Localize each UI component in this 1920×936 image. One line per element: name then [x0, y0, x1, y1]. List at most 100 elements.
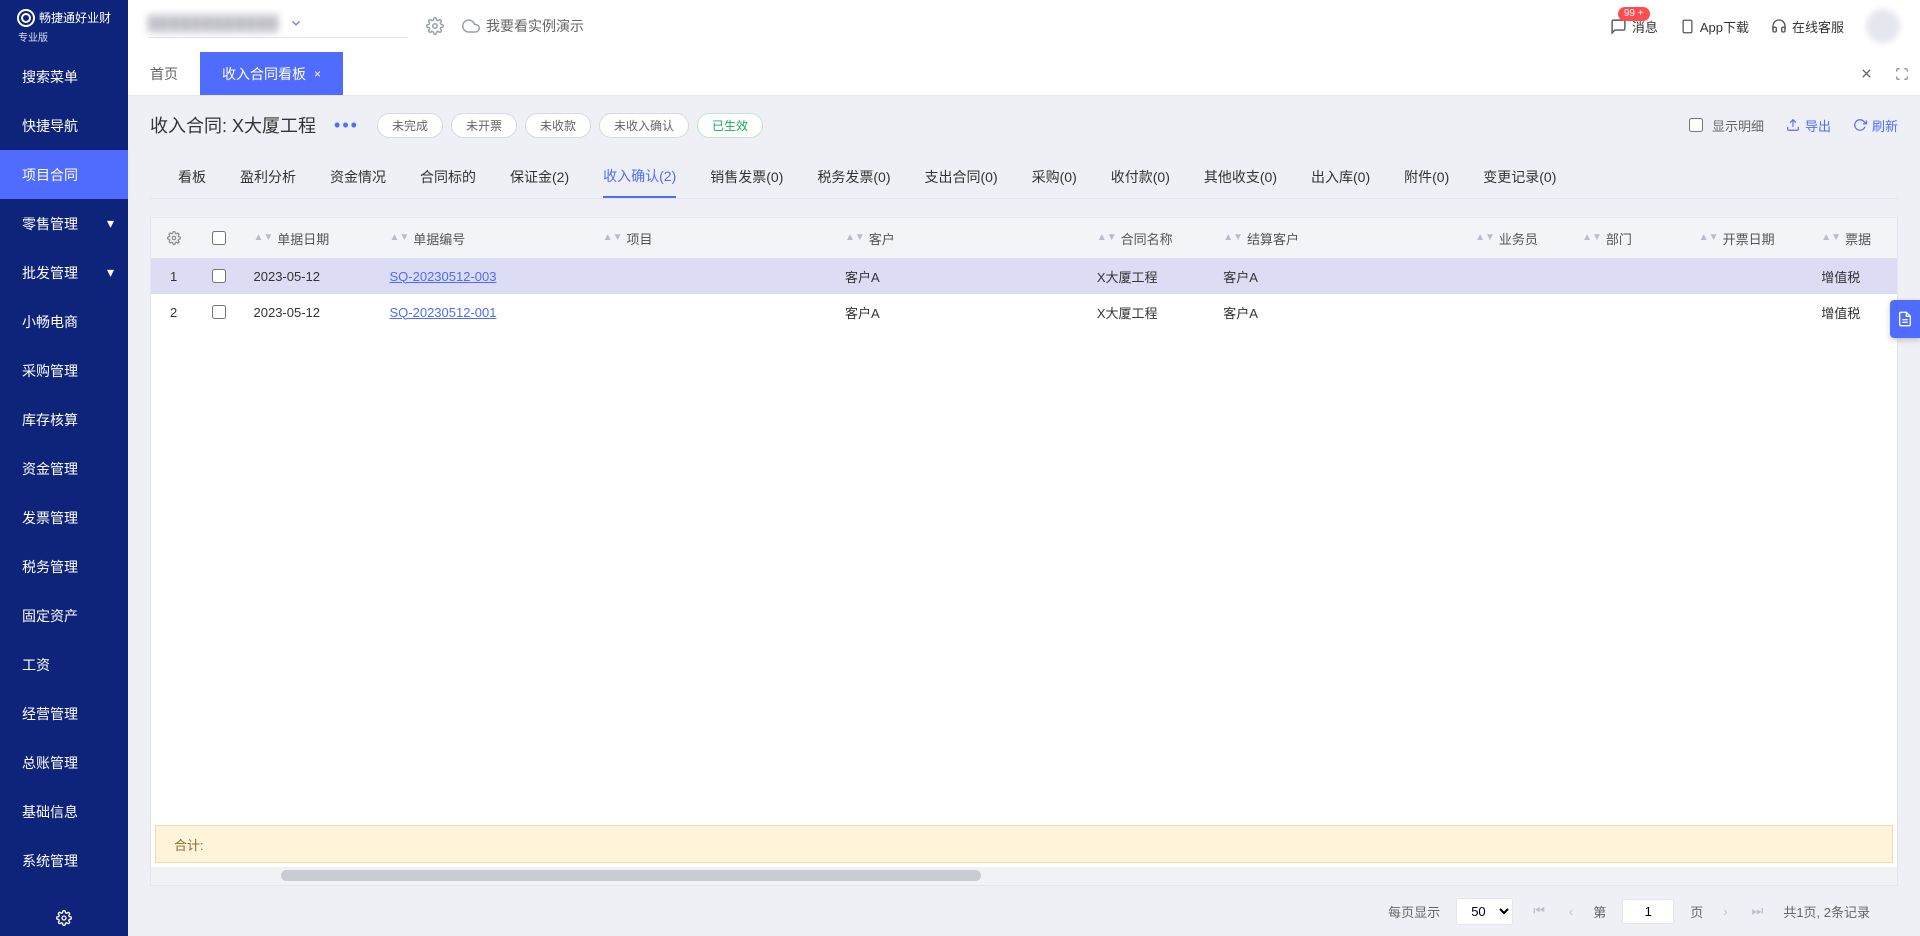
- col-sales[interactable]: ▲▼业务员: [1463, 229, 1570, 248]
- document-code-link[interactable]: SQ-20230512-003: [390, 269, 497, 284]
- col-dept-label: 部门: [1606, 229, 1632, 248]
- sidebar-item-16[interactable]: 系统管理: [0, 836, 128, 885]
- sub-tab-8[interactable]: 支出合同(0): [925, 156, 998, 198]
- sidebar-item-8[interactable]: 资金管理: [0, 444, 128, 493]
- sidebar-item-11[interactable]: 固定资产: [0, 591, 128, 640]
- customer-service-button[interactable]: 在线客服: [1771, 17, 1844, 36]
- sidebar-item-12[interactable]: 工资: [0, 640, 128, 689]
- sub-tab-1[interactable]: 盈利分析: [240, 156, 296, 198]
- sidebar-item-label: 批发管理: [22, 263, 78, 283]
- sidebar-settings[interactable]: [0, 900, 128, 936]
- page-title: 收入合同: X大厦工程: [150, 112, 316, 138]
- close-icon: [1859, 66, 1874, 81]
- close-icon[interactable]: ×: [314, 67, 321, 81]
- sub-tab-7[interactable]: 税务发票(0): [817, 156, 890, 198]
- col-invd-label: 开票日期: [1723, 229, 1775, 248]
- cell-scust: 客户A: [1211, 303, 1463, 322]
- table-row[interactable]: 22023-05-12SQ-20230512-001客户AX大厦工程客户A增值税: [151, 294, 1897, 330]
- fullscreen-button[interactable]: [1884, 56, 1920, 92]
- avatar[interactable]: [1866, 9, 1900, 43]
- messages-button[interactable]: 99 + 消息: [1610, 17, 1658, 36]
- page-input[interactable]: [1622, 899, 1674, 924]
- sidebar-item-1[interactable]: 快捷导航: [0, 101, 128, 150]
- show-detail-checkbox[interactable]: [1689, 118, 1703, 132]
- refresh-icon: [1853, 118, 1867, 132]
- title-row: 收入合同: X大厦工程 ••• 未完成未开票未收款未收入确认已生效 显示明细 导…: [150, 112, 1898, 138]
- sub-tab-6[interactable]: 销售发票(0): [710, 156, 783, 198]
- demo-link[interactable]: 我要看实例演示: [462, 16, 584, 36]
- sidebar-item-2[interactable]: 项目合同: [0, 150, 128, 199]
- sub-tab-12[interactable]: 出入库(0): [1311, 156, 1370, 198]
- sidebar-item-3[interactable]: 零售管理▾: [0, 199, 128, 248]
- document-code-link[interactable]: SQ-20230512-001: [390, 305, 497, 320]
- sub-tab-10[interactable]: 收付款(0): [1111, 156, 1170, 198]
- table: ▲▼单据日期 ▲▼单据编号 ▲▼项目 ▲▼客户 ▲▼合同名称 ▲▼结算客户 ▲▼…: [150, 217, 1898, 886]
- sub-tab-14[interactable]: 变更记录(0): [1483, 156, 1556, 198]
- app-download-label: App下载: [1700, 17, 1749, 36]
- status-chip-active[interactable]: 已生效: [697, 113, 763, 138]
- col-code[interactable]: ▲▼单据编号: [378, 229, 591, 248]
- col-cname[interactable]: ▲▼合同名称: [1085, 229, 1211, 248]
- scrollbar-thumb[interactable]: [281, 870, 981, 881]
- org-settings-button[interactable]: [426, 17, 444, 35]
- sub-tab-2[interactable]: 资金情况: [330, 156, 386, 198]
- sort-icon: ▲▼: [845, 235, 865, 241]
- first-page-button[interactable]: ⏮: [1529, 903, 1549, 919]
- export-button[interactable]: 导出: [1786, 116, 1831, 135]
- app-download-button[interactable]: App下载: [1680, 17, 1749, 36]
- status-chip-2[interactable]: 未收款: [525, 113, 591, 138]
- sidebar-item-label: 快捷导航: [22, 116, 78, 136]
- status-chip-1[interactable]: 未开票: [451, 113, 517, 138]
- page-tab-label: 收入合同看板: [222, 64, 306, 84]
- sub-tab-13[interactable]: 附件(0): [1404, 156, 1449, 198]
- close-tab-button[interactable]: [1848, 56, 1884, 92]
- col-proj[interactable]: ▲▼项目: [591, 229, 833, 248]
- next-page-button[interactable]: ›: [1719, 904, 1731, 919]
- sub-tab-4[interactable]: 保证金(2): [510, 156, 569, 198]
- org-selector[interactable]: ████████████: [148, 15, 408, 38]
- row-checkbox[interactable]: [212, 269, 226, 283]
- sidebar-item-0[interactable]: 搜索菜单: [0, 52, 128, 101]
- sub-tab-9[interactable]: 采购(0): [1032, 156, 1077, 198]
- status-chip-3[interactable]: 未收入确认: [599, 113, 689, 138]
- sidebar-item-7[interactable]: 库存核算: [0, 395, 128, 444]
- column-settings-button[interactable]: [151, 231, 196, 245]
- sub-tab-3[interactable]: 合同标的: [420, 156, 476, 198]
- sidebar-item-6[interactable]: 采购管理: [0, 346, 128, 395]
- sidebar-item-13[interactable]: 经营管理: [0, 689, 128, 738]
- sidebar-item-9[interactable]: 发票管理: [0, 493, 128, 542]
- col-scust[interactable]: ▲▼结算客户: [1211, 229, 1463, 248]
- page-tab-0[interactable]: 首页: [128, 52, 200, 95]
- show-detail-toggle[interactable]: 显示明细: [1685, 115, 1764, 135]
- sidebar-item-14[interactable]: 总账管理: [0, 738, 128, 787]
- sub-tab-5[interactable]: 收入确认(2): [603, 156, 676, 198]
- horizontal-scrollbar[interactable]: [151, 867, 1897, 885]
- last-page-button[interactable]: ⏭: [1748, 903, 1768, 919]
- col-dept[interactable]: ▲▼部门: [1570, 229, 1687, 248]
- per-page-select[interactable]: 50: [1456, 898, 1513, 925]
- col-cust[interactable]: ▲▼客户: [833, 229, 1085, 248]
- col-proj-label: 项目: [627, 229, 653, 248]
- brand-name: 畅捷通好业财: [39, 9, 111, 26]
- row-checkbox[interactable]: [212, 305, 226, 319]
- more-actions-button[interactable]: •••: [334, 115, 359, 136]
- col-invt[interactable]: ▲▼票据: [1809, 229, 1897, 248]
- sidebar-item-5[interactable]: 小畅电商: [0, 297, 128, 346]
- status-chip-0[interactable]: 未完成: [377, 113, 443, 138]
- sidebar-item-15[interactable]: 基础信息: [0, 787, 128, 836]
- table-row[interactable]: 12023-05-12SQ-20230512-003客户AX大厦工程客户A增值税: [151, 258, 1897, 294]
- refresh-button[interactable]: 刷新: [1853, 116, 1898, 135]
- sidebar-item-10[interactable]: 税务管理: [0, 542, 128, 591]
- prev-page-button[interactable]: ‹: [1565, 904, 1577, 919]
- col-invd[interactable]: ▲▼开票日期: [1687, 229, 1809, 248]
- sidebar-item-4[interactable]: 批发管理▾: [0, 248, 128, 297]
- sub-tab-11[interactable]: 其他收支(0): [1204, 156, 1277, 198]
- side-docket-button[interactable]: [1890, 300, 1920, 338]
- sub-tab-0[interactable]: 看板: [178, 156, 206, 198]
- sidebar-item-label: 资金管理: [22, 459, 78, 479]
- sub-tabs: 看板盈利分析资金情况合同标的保证金(2) 收入确认(2) 销售发票(0) 税务发票(0…: [150, 156, 1898, 199]
- select-all-checkbox[interactable]: [212, 231, 226, 245]
- cell-cust: 客户A: [833, 267, 1085, 286]
- page-tab-1[interactable]: 收入合同看板 ×: [200, 52, 343, 95]
- col-date[interactable]: ▲▼单据日期: [242, 229, 378, 248]
